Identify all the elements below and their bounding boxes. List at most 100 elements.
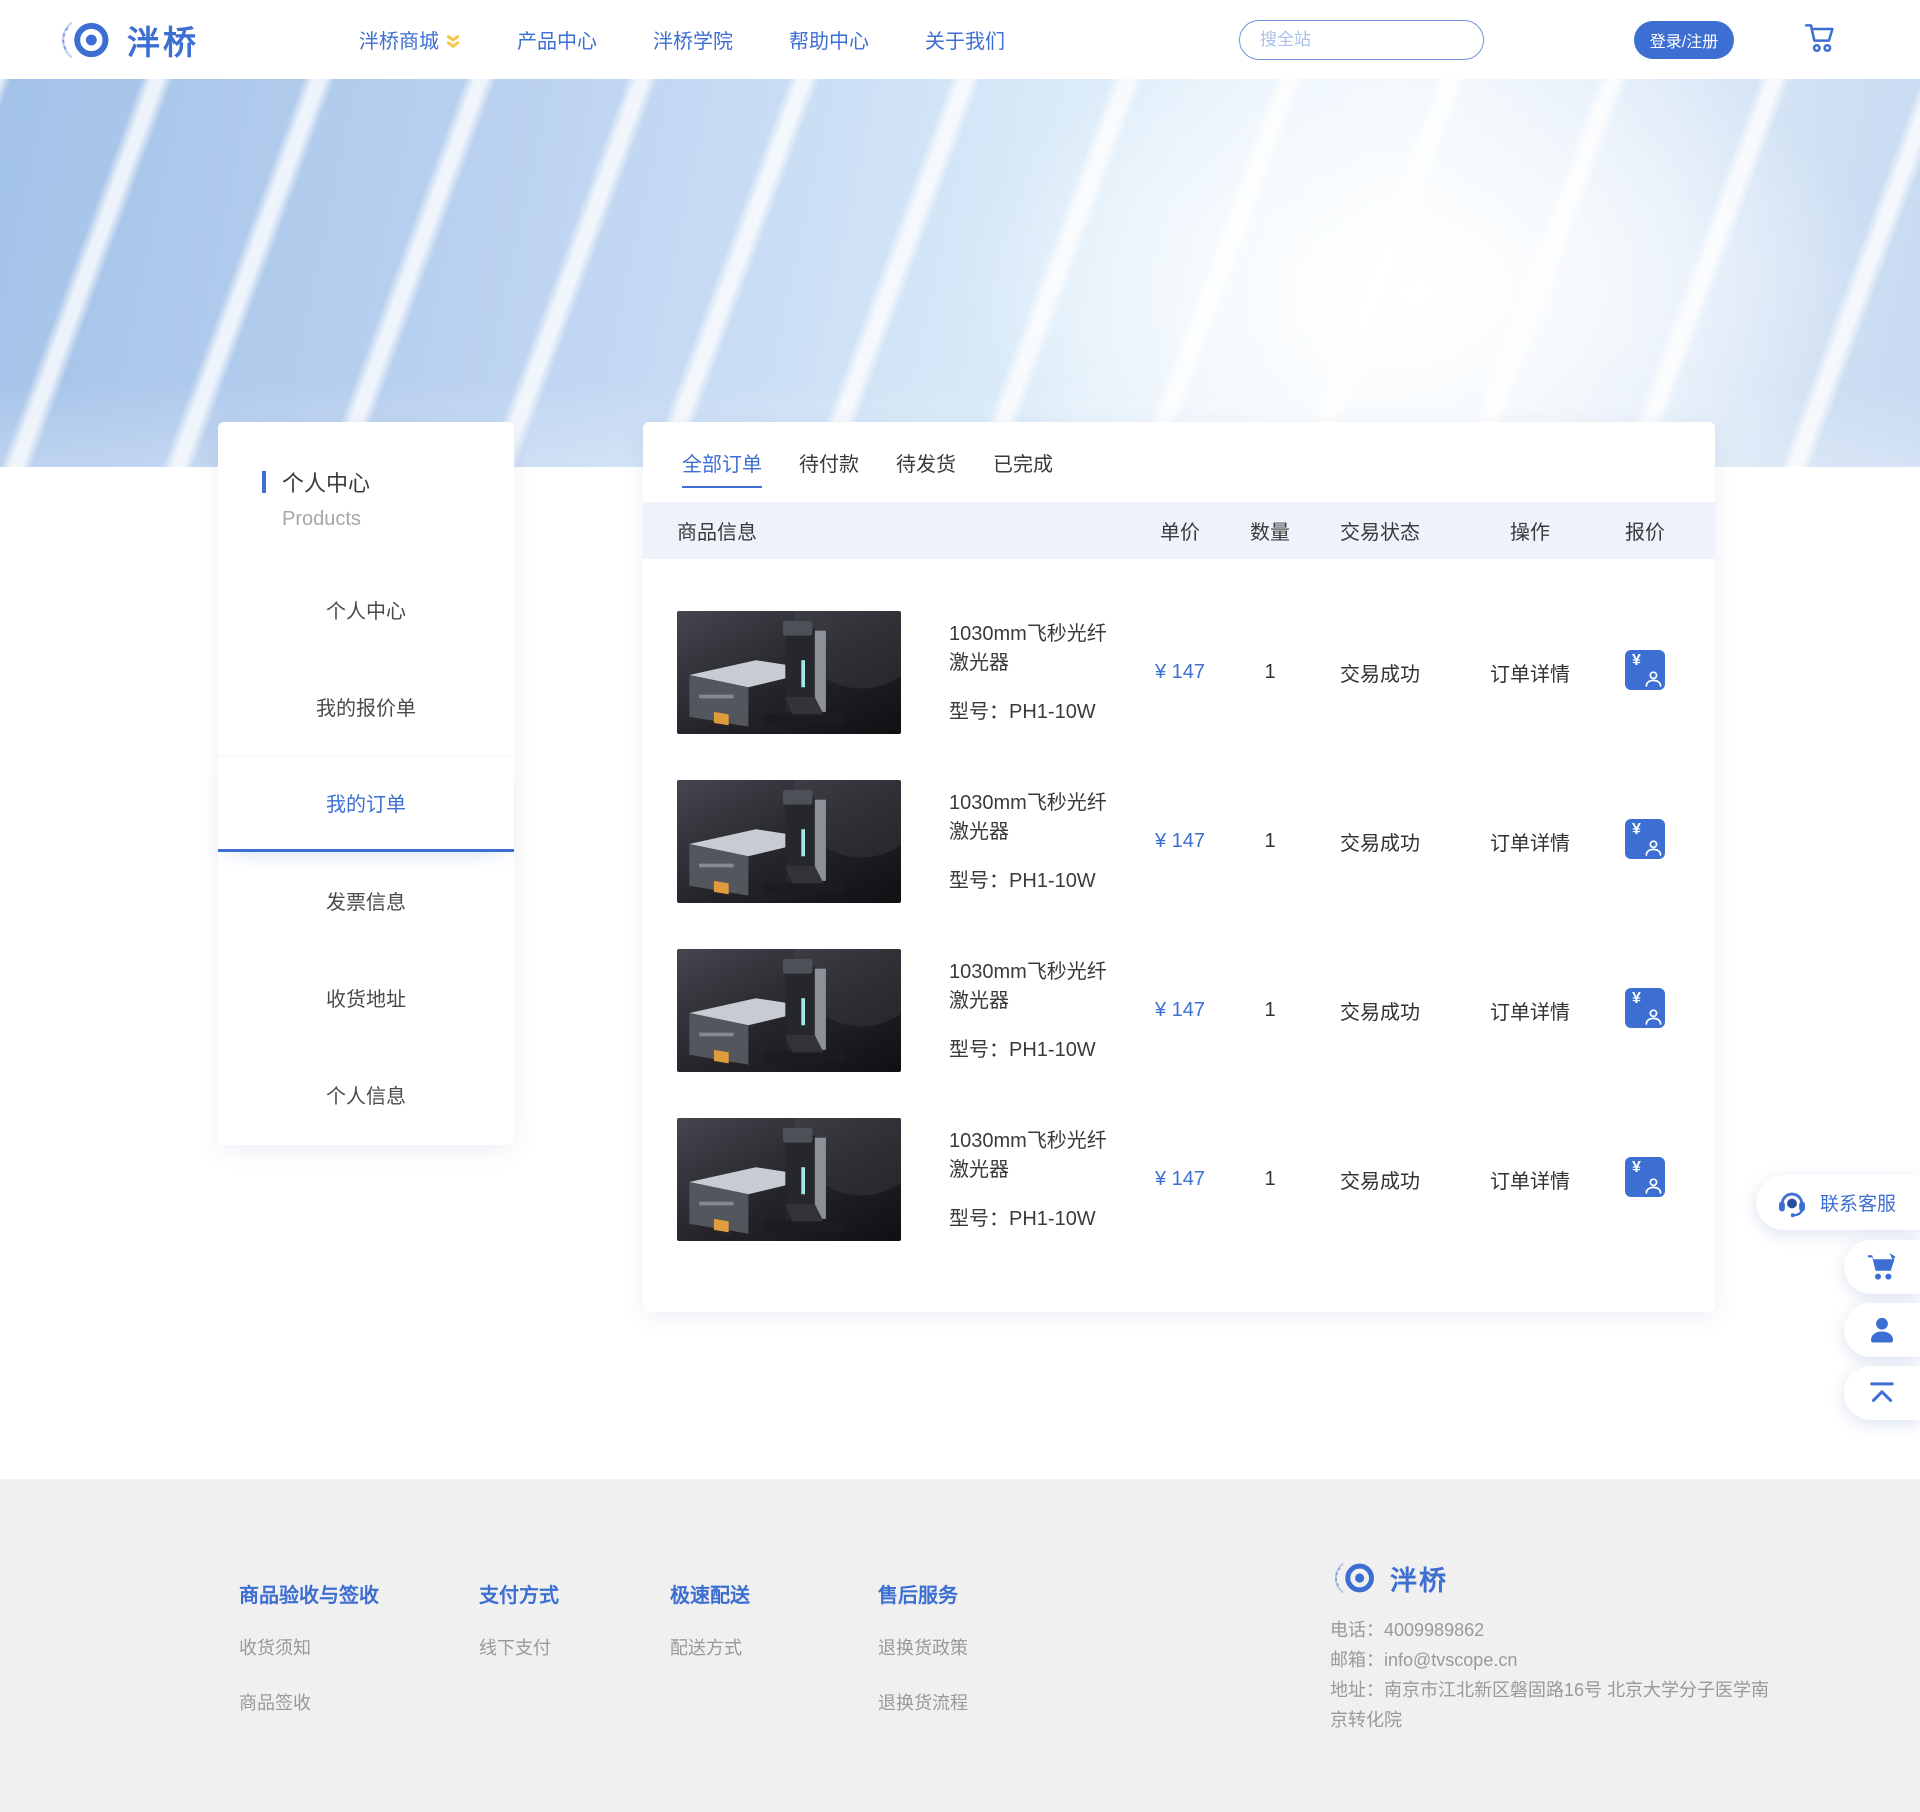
unit-price: ¥ 147 — [1154, 661, 1206, 683]
order-detail-link[interactable]: 订单详情 — [1490, 833, 1570, 855]
yen-icon: ¥ — [1632, 651, 1641, 669]
tab-completed[interactable]: 已完成 — [993, 448, 1053, 477]
orders-panel: 全部订单 待付款 待发货 已完成 商品信息 单价 数量 交易状态 操作 报价 1… — [643, 422, 1715, 1312]
footer-link[interactable]: 收货须知 — [239, 1634, 379, 1660]
product-model: 型号：PH1-10W — [949, 870, 1096, 892]
brand-logo[interactable]: 泮桥 — [55, 15, 199, 65]
content: 个人中心 Products 个人中心 我的报价单 我的订单 发票信息 收货地址 … — [0, 422, 1920, 1479]
user-icon — [1645, 1008, 1662, 1025]
footer-col-acceptance: 商品验收与签收 收货须知 商品签收 — [239, 1479, 379, 1812]
footer-col-title: 支付方式 — [479, 1585, 559, 1607]
footer-link[interactable]: 配送方式 — [670, 1634, 750, 1660]
order-tabs: 全部订单 待付款 待发货 已完成 — [643, 422, 1715, 502]
quote-button[interactable]: ¥ — [1625, 1156, 1665, 1197]
nav-item-about[interactable]: 关于我们 — [925, 25, 1005, 54]
footer-link[interactable]: 退换货流程 — [878, 1689, 968, 1715]
quote-button[interactable]: ¥ — [1625, 649, 1665, 690]
sidebar-item-profile[interactable]: 个人信息 — [218, 1046, 514, 1143]
cart-button[interactable] — [1802, 21, 1840, 58]
yen-icon: ¥ — [1632, 1158, 1641, 1176]
login-register-button[interactable]: 登录/注册 — [1634, 20, 1734, 59]
product-title: 1030mm飞秒光纤激光器 — [949, 792, 1107, 843]
quantity: 1 — [1264, 999, 1276, 1021]
quote-button[interactable]: ¥ — [1625, 987, 1665, 1028]
footer-email: 邮箱：info@tvscope.cn — [1330, 1650, 1518, 1670]
col-header-qty: 数量 — [1250, 522, 1290, 544]
contact-service-button[interactable]: 联系客服 — [1756, 1175, 1920, 1230]
product-title: 1030mm飞秒光纤激光器 — [949, 623, 1107, 674]
brand-logo-icon — [62, 21, 109, 58]
tab-all-orders[interactable]: 全部订单 — [682, 448, 762, 488]
sidebar-item-personal-center[interactable]: 个人中心 — [218, 561, 514, 658]
col-header-product: 商品信息 — [677, 522, 757, 544]
nav-item-products[interactable]: 产品中心 — [517, 25, 597, 54]
sidebar-item-quotes[interactable]: 我的报价单 — [218, 658, 514, 755]
order-row: 1030mm飞秒光纤激光器 型号：PH1-10W ¥ 147 1 交易成功 订单… — [643, 1095, 1715, 1264]
yen-icon: ¥ — [1632, 989, 1641, 1007]
product-photo-laser — [677, 1118, 901, 1241]
page: 泮桥 泮桥商城 产品中心 泮桥学院 帮助中心 关于我们 登录/注册 — [0, 0, 1920, 1812]
sidebar-header: 个人中心 Products — [218, 422, 514, 531]
nav-item-help[interactable]: 帮助中心 — [789, 25, 869, 54]
tab-pending-payment[interactable]: 待付款 — [799, 448, 859, 477]
main-nav: 泮桥商城 产品中心 泮桥学院 帮助中心 关于我们 — [359, 25, 1005, 54]
search-box — [1239, 19, 1484, 60]
chevron-down-icon — [446, 35, 460, 48]
accent-bar — [262, 471, 266, 493]
footer-col-delivery: 极速配送 配送方式 — [670, 1479, 750, 1812]
footer-link[interactable]: 退换货政策 — [878, 1634, 968, 1660]
nav-item-label: 泮桥商城 — [359, 31, 439, 53]
trade-status: 交易成功 — [1340, 1002, 1420, 1024]
sidebar-title: 个人中心 — [282, 471, 371, 496]
order-rows: 1030mm飞秒光纤激光器 型号：PH1-10W ¥ 147 1 交易成功 订单… — [643, 559, 1715, 1264]
table-header: 商品信息 单价 数量 交易状态 操作 报价 — [643, 502, 1715, 559]
floating-cart-button[interactable] — [1844, 1240, 1920, 1294]
order-detail-link[interactable]: 订单详情 — [1490, 1002, 1570, 1024]
sidebar-item-address[interactable]: 收货地址 — [218, 949, 514, 1046]
product-image[interactable] — [677, 949, 901, 1072]
brand-logo-icon — [1335, 1562, 1375, 1594]
unit-price: ¥ 147 — [1154, 999, 1206, 1021]
footer-link[interactable]: 商品签收 — [239, 1689, 379, 1715]
trade-status: 交易成功 — [1340, 664, 1420, 686]
nav-item-mall[interactable]: 泮桥商城 — [359, 25, 461, 54]
product-model: 型号：PH1-10W — [949, 1208, 1096, 1230]
sidebar-item-invoice[interactable]: 发票信息 — [218, 852, 514, 949]
order-row: 1030mm飞秒光纤激光器 型号：PH1-10W ¥ 147 1 交易成功 订单… — [643, 588, 1715, 757]
order-detail-link[interactable]: 订单详情 — [1490, 664, 1570, 686]
quantity: 1 — [1264, 661, 1276, 683]
nav-item-academy[interactable]: 泮桥学院 — [653, 25, 733, 54]
product-model: 型号：PH1-10W — [949, 701, 1096, 723]
col-header-action: 操作 — [1510, 522, 1550, 544]
footer-brand: 泮桥 电话：4009989862 邮箱：info@tvscope.cn 地址：南… — [1330, 1479, 1770, 1812]
brand-name: 泮桥 — [127, 23, 199, 61]
footer-logo: 泮桥 — [1330, 1557, 1770, 1599]
product-image[interactable] — [677, 780, 901, 903]
product-image[interactable] — [677, 611, 901, 734]
col-header-price: 单价 — [1160, 522, 1200, 544]
footer-address: 地址：南京市江北新区磐固路16号 北京大学分子医学南京转化院 — [1330, 1680, 1770, 1730]
footer-phone: 电话：4009989862 — [1330, 1620, 1485, 1640]
product-photo-laser — [677, 611, 901, 734]
back-to-top-button[interactable] — [1844, 1366, 1920, 1420]
sidebar-subtitle: Products — [282, 508, 361, 530]
order-row: 1030mm飞秒光纤激光器 型号：PH1-10W ¥ 147 1 交易成功 订单… — [643, 926, 1715, 1095]
yen-icon: ¥ — [1632, 820, 1641, 838]
cart-icon — [1804, 24, 1834, 53]
product-photo-laser — [677, 780, 901, 903]
product-image[interactable] — [677, 1118, 901, 1241]
sidebar-item-orders[interactable]: 我的订单 — [218, 755, 514, 852]
trade-status: 交易成功 — [1340, 1171, 1420, 1193]
tab-pending-shipment[interactable]: 待发货 — [896, 448, 956, 477]
order-detail-link[interactable]: 订单详情 — [1490, 1171, 1570, 1193]
back-to-top-icon — [1870, 1382, 1894, 1402]
quantity: 1 — [1264, 1168, 1276, 1190]
search-input[interactable] — [1260, 29, 1481, 50]
footer-link[interactable]: 线下支付 — [479, 1634, 559, 1660]
sidebar: 个人中心 Products 个人中心 我的报价单 我的订单 发票信息 收货地址 … — [218, 422, 514, 1145]
product-title: 1030mm飞秒光纤激光器 — [949, 1130, 1107, 1181]
quote-button[interactable]: ¥ — [1625, 818, 1665, 859]
footer-col-title: 极速配送 — [670, 1585, 750, 1607]
footer: 商品验收与签收 收货须知 商品签收 支付方式 线下支付 极速配送 配送方式 售后… — [0, 1479, 1920, 1812]
floating-user-button[interactable] — [1844, 1303, 1920, 1357]
